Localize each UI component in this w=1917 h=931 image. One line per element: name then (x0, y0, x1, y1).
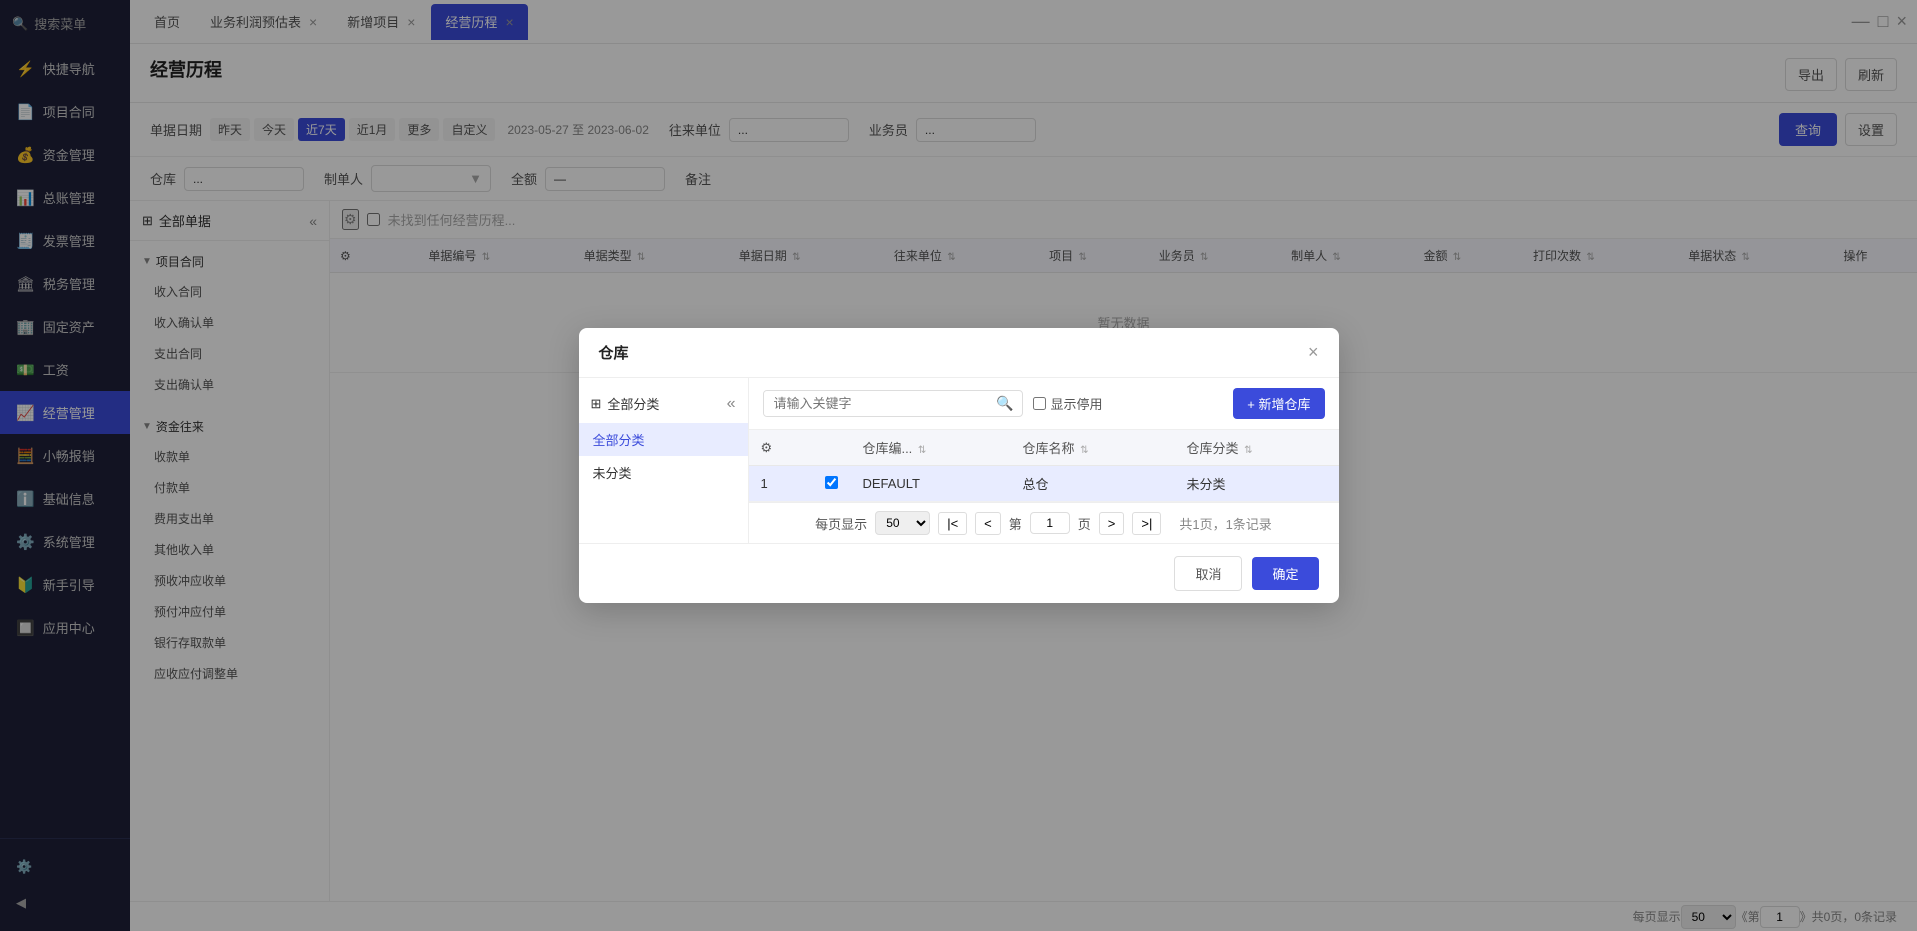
modal-show-disabled-checkbox[interactable] (1033, 397, 1046, 410)
modal-add-button[interactable]: + 新增仓库 (1233, 388, 1324, 419)
modal-first-page-btn[interactable]: |< (938, 512, 967, 535)
modal-col-checkbox (813, 430, 850, 466)
modal-header: 仓库 × (579, 328, 1339, 378)
modal-right-panel: 🔍 显示停用 + 新增仓库 ⚙ (749, 378, 1339, 543)
modal-show-disabled-text: 显示停用 (1051, 394, 1103, 413)
modal-search-input[interactable] (764, 391, 989, 416)
modal-cat-all[interactable]: 全部分类 (579, 423, 748, 456)
modal-footer-pagination: 每页显示 50 20 100 |< < 第 页 > >| 共1页，1条记录 (749, 502, 1339, 543)
modal-close-button[interactable]: × (1308, 342, 1319, 363)
modal-page-size-select[interactable]: 50 20 100 (875, 511, 930, 535)
modal-row-checkbox[interactable] (825, 476, 838, 489)
modal-table-wrap: ⚙ 仓库编... ⇅ 仓库名称 ⇅ 仓库分类 ⇅ 1 (749, 430, 1339, 502)
modal-title: 仓库 (599, 342, 629, 363)
modal-overlay[interactable]: 仓库 × ⊞ 全部分类 « 全部分类 未分类 (0, 0, 1917, 931)
modal-row-category: 未分类 (1174, 466, 1338, 502)
modal-left-panel: ⊞ 全部分类 « 全部分类 未分类 (579, 378, 749, 543)
modal-total-info: 共1页，1条记录 (1179, 514, 1271, 533)
modal-table: ⚙ 仓库编... ⇅ 仓库名称 ⇅ 仓库分类 ⇅ 1 (749, 430, 1339, 502)
modal-grid-icon: ⊞ (591, 396, 602, 412)
modal-action-footer: 取消 确定 (579, 543, 1339, 603)
modal-all-category-label: 全部分类 (607, 394, 659, 413)
modal-search-wrap: 🔍 (763, 390, 1023, 417)
modal-row-checkbox-cell (813, 466, 850, 502)
modal-prev-page-btn[interactable]: < (975, 512, 1001, 535)
modal-col-settings[interactable]: ⚙ (749, 430, 814, 466)
modal-next-page-btn[interactable]: > (1099, 512, 1125, 535)
modal-toolbar: 🔍 显示停用 + 新增仓库 (749, 378, 1339, 430)
modal-page-label: 第 (1009, 514, 1022, 533)
modal-search-button[interactable]: 🔍 (988, 391, 1021, 416)
modal-last-page-btn[interactable]: >| (1132, 512, 1161, 535)
modal-col-warehouse-category[interactable]: 仓库分类 ⇅ (1174, 430, 1338, 466)
modal-col-warehouse-name[interactable]: 仓库名称 ⇅ (1010, 430, 1174, 466)
warehouse-modal: 仓库 × ⊞ 全部分类 « 全部分类 未分类 (579, 328, 1339, 603)
modal-row-index: 1 (749, 466, 814, 502)
modal-cat-uncategorized[interactable]: 未分类 (579, 456, 748, 489)
modal-collapse-btn[interactable]: « (727, 395, 736, 413)
modal-body: ⊞ 全部分类 « 全部分类 未分类 🔍 (579, 378, 1339, 543)
modal-row-code: DEFAULT (850, 466, 1010, 502)
modal-page-size-label: 每页显示 (815, 514, 867, 533)
modal-cancel-button[interactable]: 取消 (1174, 556, 1242, 591)
modal-page-suffix: 页 (1078, 514, 1091, 533)
modal-show-disabled-label[interactable]: 显示停用 (1033, 394, 1103, 413)
modal-page-input[interactable] (1030, 512, 1070, 534)
modal-left-header: ⊞ 全部分类 « (579, 388, 748, 423)
modal-table-row[interactable]: 1 DEFAULT 总仓 未分类 (749, 466, 1339, 502)
modal-confirm-button[interactable]: 确定 (1252, 557, 1318, 590)
modal-row-name: 总仓 (1010, 466, 1174, 502)
modal-col-warehouse-code[interactable]: 仓库编... ⇅ (850, 430, 1010, 466)
